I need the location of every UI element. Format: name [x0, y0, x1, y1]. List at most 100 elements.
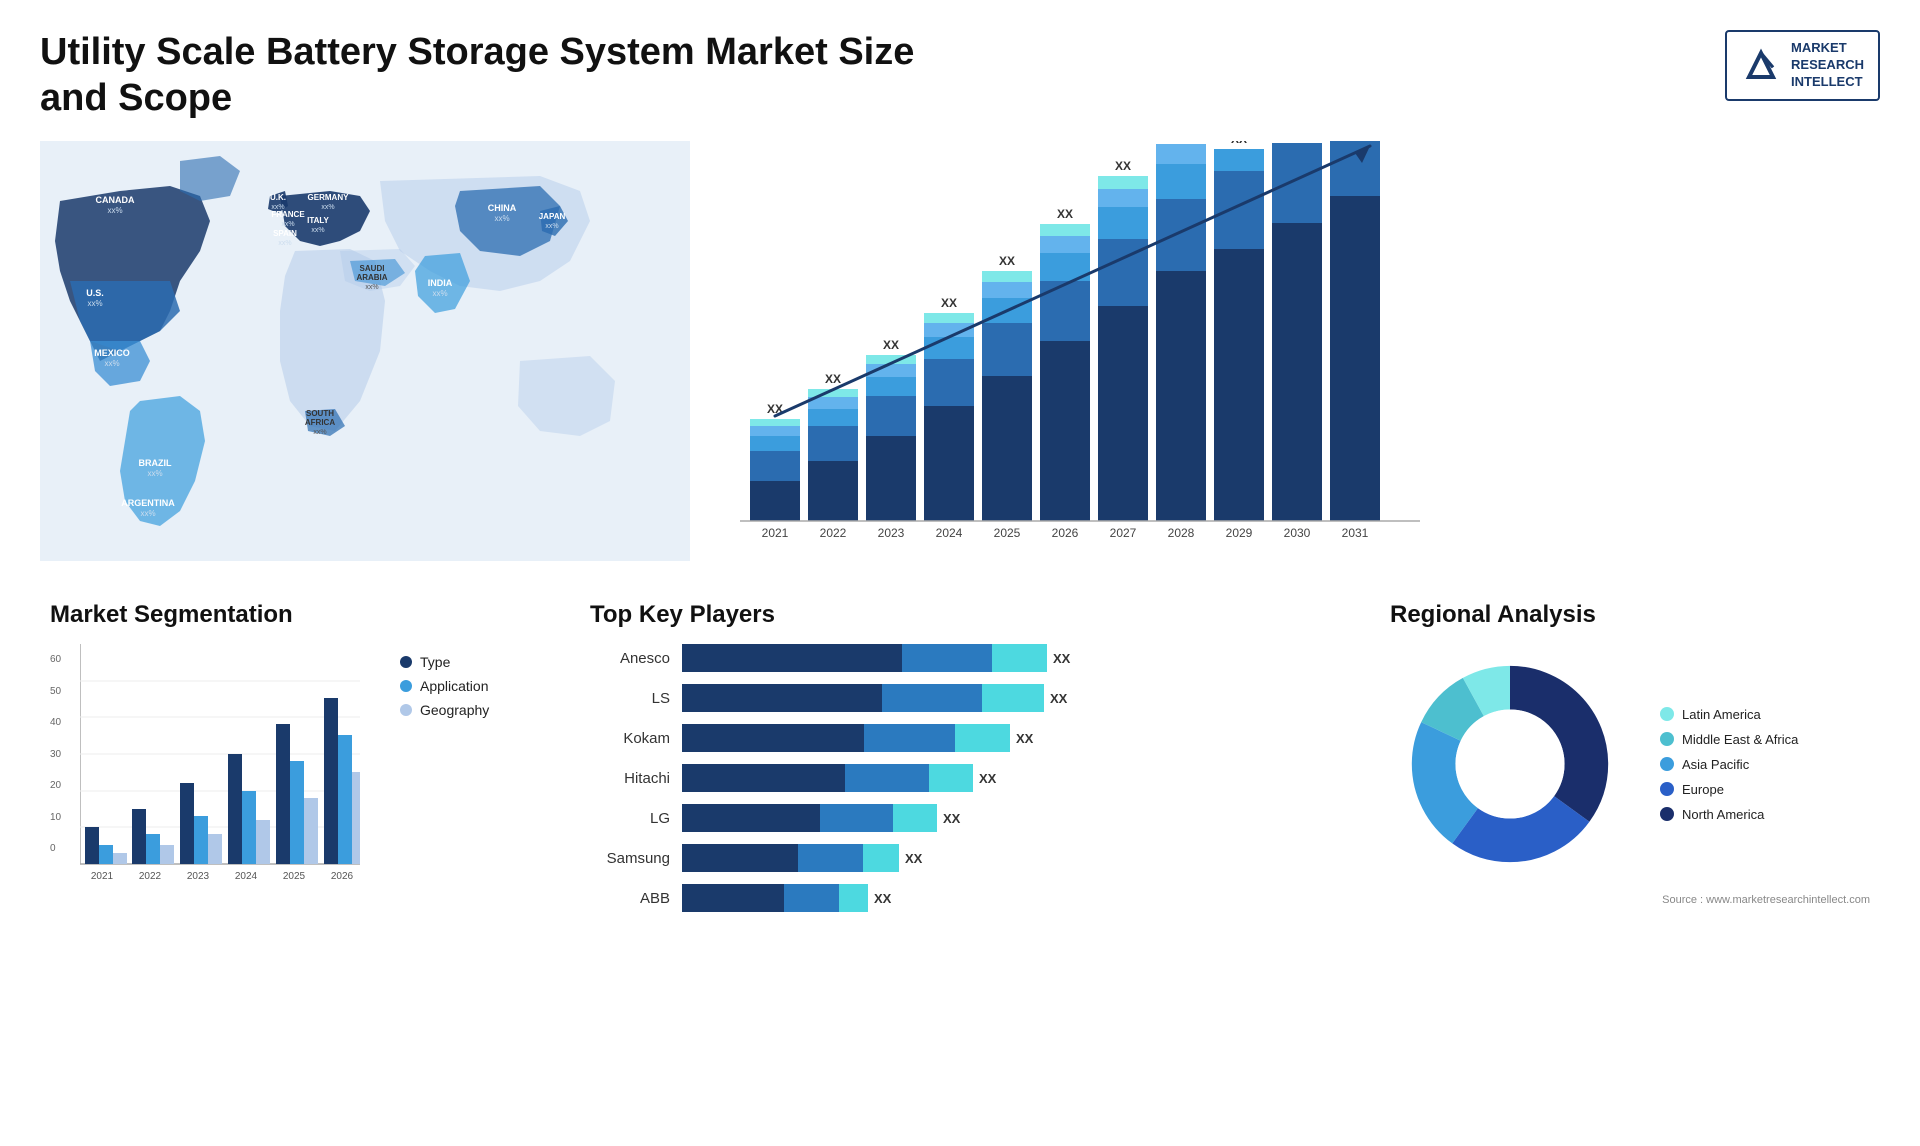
- player-bar-hitachi: XX: [682, 764, 1330, 792]
- growth-chart-section: XX XX XX XX: [720, 141, 1880, 561]
- world-map-svg: CANADA xx% U.S. xx% MEXICO xx% BRAZIL xx…: [40, 141, 690, 561]
- svg-text:U.K.: U.K.: [270, 193, 286, 202]
- svg-text:ARGENTINA: ARGENTINA: [121, 498, 175, 508]
- donut-container: Latin America Middle East & Africa Asia …: [1390, 644, 1870, 884]
- player-name-kokam: Kokam: [590, 730, 670, 747]
- north-america-dot: [1660, 807, 1674, 821]
- legend-latin-america: Latin America: [1660, 707, 1798, 722]
- svg-text:xx%: xx%: [432, 289, 447, 298]
- page-title: Utility Scale Battery Storage System Mar…: [40, 30, 940, 121]
- player-name-lg: LG: [590, 810, 670, 827]
- page-header: Utility Scale Battery Storage System Mar…: [40, 30, 1880, 121]
- svg-text:XX: XX: [883, 338, 899, 352]
- world-map: CANADA xx% U.S. xx% MEXICO xx% BRAZIL xx…: [40, 141, 690, 561]
- player-row-ls: LS XX: [590, 684, 1330, 712]
- svg-text:ITALY: ITALY: [307, 216, 329, 225]
- svg-text:xx%: xx%: [545, 223, 558, 230]
- svg-text:xx%: xx%: [313, 429, 326, 436]
- bottom-section: Market Segmentation 0102030405060: [40, 591, 1880, 922]
- svg-text:MEXICO: MEXICO: [94, 348, 130, 358]
- svg-text:2031: 2031: [1342, 526, 1369, 540]
- svg-text:xx%: xx%: [147, 469, 162, 478]
- player-name-abb: ABB: [590, 890, 670, 907]
- logo: MARKET RESEARCH INTELLECT: [1725, 30, 1880, 101]
- legend-asia-pacific: Asia Pacific: [1660, 757, 1798, 772]
- svg-text:2023: 2023: [187, 871, 210, 882]
- player-bar-ls: XX: [682, 684, 1330, 712]
- svg-text:2026: 2026: [1052, 526, 1079, 540]
- svg-text:2026: 2026: [331, 871, 354, 882]
- svg-text:xx%: xx%: [87, 299, 102, 308]
- svg-text:INDIA: INDIA: [428, 278, 453, 288]
- player-row-kokam: Kokam XX: [590, 724, 1330, 752]
- legend-geography: Geography: [400, 702, 489, 718]
- segmentation-legend: Type Application Geography: [400, 654, 489, 718]
- svg-text:AFRICA: AFRICA: [305, 418, 335, 427]
- players-title: Top Key Players: [590, 601, 1330, 629]
- player-row-lg: LG XX: [590, 804, 1330, 832]
- segmentation-chart: 2021 2022 2023 2024 2025 2026: [80, 644, 360, 884]
- svg-text:xx%: xx%: [107, 206, 122, 215]
- svg-text:2021: 2021: [762, 526, 789, 540]
- svg-text:SPAIN: SPAIN: [273, 229, 297, 238]
- player-bar-samsung: XX: [682, 844, 1330, 872]
- player-row-anesco: Anesco XX: [590, 644, 1330, 672]
- legend-north-america: North America: [1660, 807, 1798, 822]
- asia-pacific-dot: [1660, 757, 1674, 771]
- geography-dot: [400, 704, 412, 716]
- svg-text:xx%: xx%: [140, 509, 155, 518]
- svg-text:2030: 2030: [1284, 526, 1311, 540]
- player-bar-lg: XX: [682, 804, 1330, 832]
- donut-chart: [1390, 644, 1630, 884]
- player-name-ls: LS: [590, 690, 670, 707]
- growth-chart-svg: XX XX XX XX: [740, 141, 1420, 541]
- legend-europe: Europe: [1660, 782, 1798, 797]
- svg-text:XX: XX: [825, 372, 841, 386]
- players-list: Anesco XX LS XX: [590, 644, 1330, 912]
- legend-mea: Middle East & Africa: [1660, 732, 1798, 747]
- regional-legend: Latin America Middle East & Africa Asia …: [1660, 707, 1798, 822]
- player-name-samsung: Samsung: [590, 850, 670, 867]
- svg-text:ARABIA: ARABIA: [356, 273, 387, 282]
- svg-text:XX: XX: [999, 254, 1015, 268]
- svg-text:XX: XX: [1057, 207, 1073, 221]
- svg-text:xx%: xx%: [494, 214, 509, 223]
- svg-text:FRANCE: FRANCE: [271, 210, 305, 219]
- logo-text: MARKET RESEARCH INTELLECT: [1791, 40, 1864, 91]
- svg-text:SAUDI: SAUDI: [360, 264, 385, 273]
- world-map-section: CANADA xx% U.S. xx% MEXICO xx% BRAZIL xx…: [40, 141, 690, 561]
- source-text: Source : www.marketresearchintellect.com: [1390, 894, 1870, 906]
- main-content: CANADA xx% U.S. xx% MEXICO xx% BRAZIL xx…: [40, 141, 1880, 922]
- mea-dot: [1660, 732, 1674, 746]
- europe-dot: [1660, 782, 1674, 796]
- svg-text:SOUTH: SOUTH: [306, 409, 334, 418]
- player-bar-anesco: XX: [682, 644, 1330, 672]
- type-dot: [400, 656, 412, 668]
- player-name-anesco: Anesco: [590, 650, 670, 667]
- svg-text:GERMANY: GERMANY: [308, 193, 350, 202]
- segmentation-section: Market Segmentation 0102030405060: [40, 591, 540, 922]
- svg-text:2022: 2022: [139, 871, 162, 882]
- svg-text:2022: 2022: [820, 526, 847, 540]
- svg-text:XX: XX: [1290, 141, 1305, 144]
- svg-text:2027: 2027: [1110, 526, 1137, 540]
- legend-type: Type: [400, 654, 489, 670]
- player-row-hitachi: Hitachi XX: [590, 764, 1330, 792]
- svg-text:2025: 2025: [994, 526, 1021, 540]
- regional-title: Regional Analysis: [1390, 601, 1870, 629]
- legend-application: Application: [400, 678, 489, 694]
- player-name-hitachi: Hitachi: [590, 770, 670, 787]
- svg-text:xx%: xx%: [321, 204, 334, 211]
- svg-text:2024: 2024: [936, 526, 963, 540]
- latin-america-dot: [1660, 707, 1674, 721]
- svg-text:2025: 2025: [283, 871, 306, 882]
- svg-text:2021: 2021: [91, 871, 114, 882]
- svg-text:XX: XX: [1231, 141, 1247, 146]
- logo-icon: [1741, 45, 1781, 85]
- svg-text:xx%: xx%: [278, 240, 291, 247]
- svg-text:xx%: xx%: [311, 227, 324, 234]
- players-section: Top Key Players Anesco XX LS: [580, 591, 1340, 922]
- svg-text:U.S.: U.S.: [86, 288, 104, 298]
- application-dot: [400, 680, 412, 692]
- svg-text:2023: 2023: [878, 526, 905, 540]
